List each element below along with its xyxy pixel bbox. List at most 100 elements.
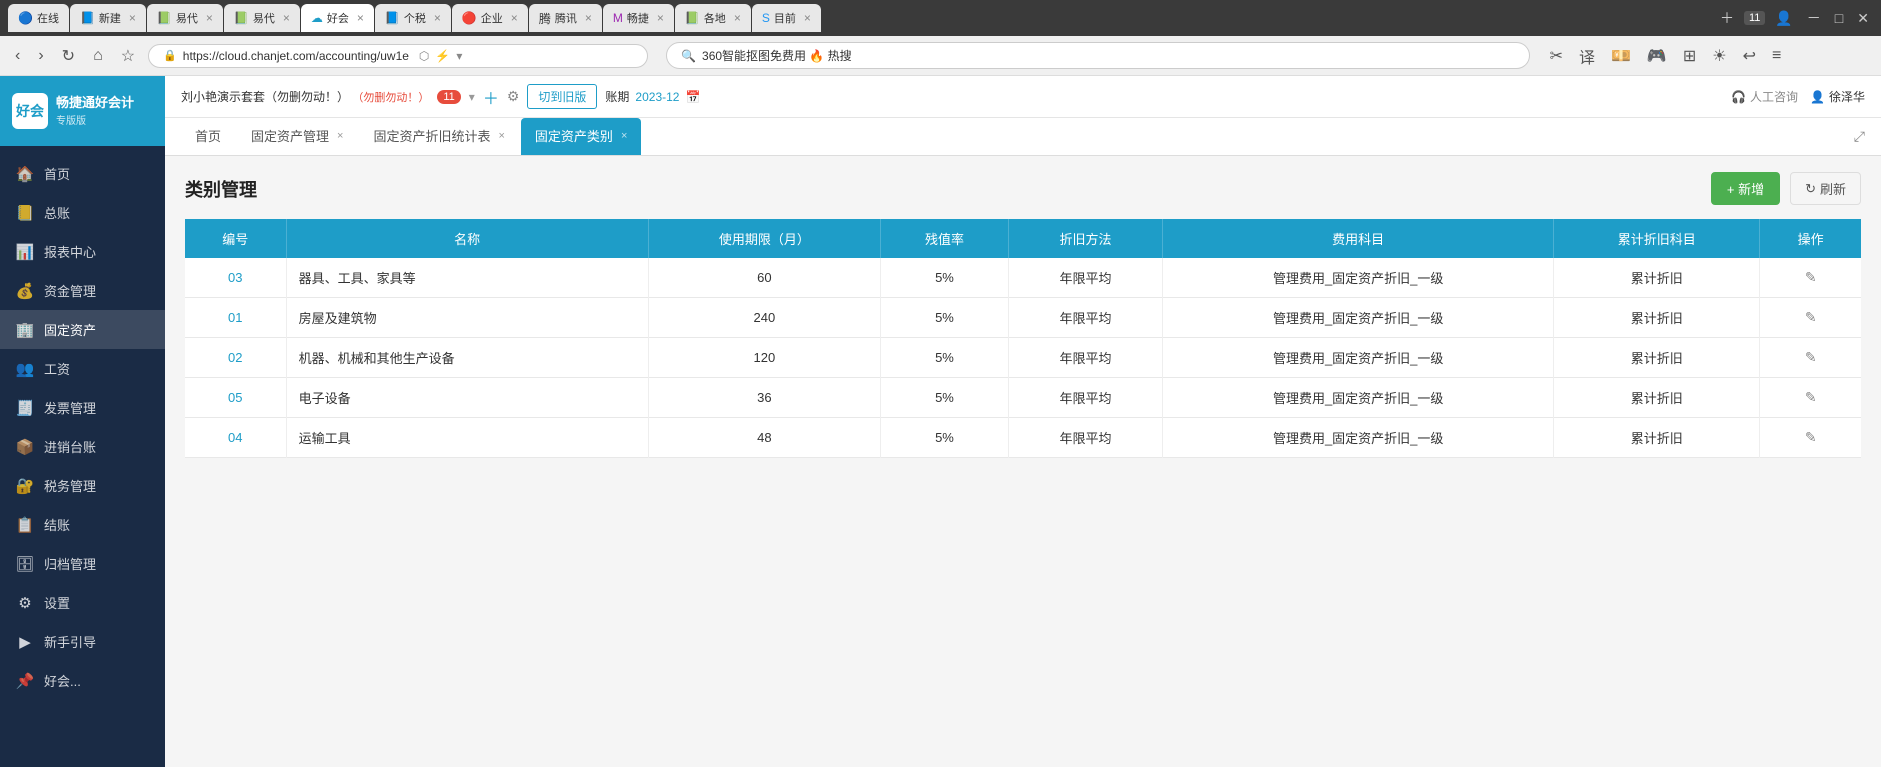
sidebar-item-invoice[interactable]: 🧾 发票管理 — [0, 388, 165, 427]
edit-button-4[interactable]: ✎ — [1805, 429, 1817, 446]
ledger-icon: 📒 — [16, 204, 34, 222]
url-bar[interactable]: 🔒 https://cloud.chanjet.com/accounting/u… — [148, 44, 648, 68]
settlement-icon: 📋 — [16, 516, 34, 534]
expand-icon: ⤢ — [1854, 128, 1865, 144]
sidebar-item-payroll[interactable]: 👥 工资 — [0, 349, 165, 388]
minimize-btn[interactable]: － — [1803, 6, 1825, 30]
browser-tab-6[interactable]: 📘 个税 × — [375, 4, 451, 32]
grid-icon[interactable]: ⊞ — [1679, 44, 1700, 68]
sidebar-item-inventory[interactable]: 📦 进销台账 — [0, 427, 165, 466]
th-action: 操作 — [1760, 219, 1861, 258]
history-icon[interactable]: ↩ — [1739, 44, 1760, 68]
cell-action-3[interactable]: ✎ — [1760, 378, 1861, 418]
translate-icon[interactable]: 译 — [1575, 42, 1599, 70]
brightness-icon[interactable]: ☀ — [1708, 44, 1730, 68]
wallet-icon[interactable]: 💴 — [1607, 44, 1635, 68]
sidebar-item-tax[interactable]: 🔐 税务管理 — [0, 466, 165, 505]
gear-icon[interactable]: ⚙ — [507, 88, 520, 105]
close-tab-fixed-mgmt[interactable]: × — [337, 130, 343, 142]
tab-fixed-mgmt[interactable]: 固定资产管理 × — [237, 118, 357, 155]
sidebar-item-fixed-assets[interactable]: 🏢 固定资产 — [0, 310, 165, 349]
tab-close-11[interactable]: × — [804, 11, 811, 25]
tab-depreciation[interactable]: 固定资产折旧统计表 × — [359, 118, 518, 155]
sidebar-item-settings[interactable]: ⚙ 设置 — [0, 583, 165, 622]
browser-tab-7[interactable]: 🔴 企业 × — [452, 4, 528, 32]
browser-tab-11[interactable]: S 目前 × — [752, 4, 821, 32]
close-tab-depreciation[interactable]: × — [498, 130, 504, 142]
sidebar-item-archive[interactable]: 🗄 归档管理 — [0, 544, 165, 583]
sidebar-item-reports[interactable]: 📊 报表中心 — [0, 232, 165, 271]
scissors-icon[interactable]: ✂ — [1546, 44, 1567, 68]
sidebar-item-more[interactable]: 📌 好会... — [0, 661, 165, 700]
cell-action-0[interactable]: ✎ — [1760, 258, 1861, 298]
account-badge: 11 — [437, 90, 460, 104]
sidebar-item-settlement[interactable]: 📋 结账 — [0, 505, 165, 544]
sidebar-item-ledger[interactable]: 📒 总账 — [0, 193, 165, 232]
maximize-btn[interactable]: □ — [1831, 8, 1847, 28]
close-browser-btn[interactable]: ✕ — [1853, 8, 1873, 29]
cell-action-1[interactable]: ✎ — [1760, 298, 1861, 338]
archive-icon: 🗄 — [16, 555, 34, 573]
forward-btn[interactable]: › — [33, 45, 48, 67]
add-button[interactable]: + 新增 — [1711, 172, 1780, 205]
profile-icon[interactable]: 👤 — [1771, 8, 1796, 29]
tab-close-5[interactable]: × — [357, 11, 364, 25]
game-icon[interactable]: 🎮 — [1643, 44, 1671, 68]
edit-button-2[interactable]: ✎ — [1805, 349, 1817, 366]
tab-expand-btn[interactable]: ⤢ — [1854, 128, 1865, 145]
close-tab-category[interactable]: × — [621, 130, 627, 142]
tab-home[interactable]: 首页 — [181, 118, 235, 155]
support-button[interactable]: 🎧 人工咨询 — [1731, 88, 1798, 105]
tab-close-8[interactable]: × — [585, 11, 592, 25]
dropdown-arrow[interactable]: ▾ — [456, 49, 462, 63]
calendar-icon[interactable]: 📅 — [685, 90, 700, 104]
browser-tab-1[interactable]: 🔵 在线 — [8, 4, 69, 32]
cell-period-0: 60 — [648, 258, 880, 298]
tab-close-7[interactable]: × — [511, 11, 518, 25]
tab-close-10[interactable]: × — [734, 11, 741, 25]
account-dropdown[interactable]: ▾ — [469, 90, 475, 104]
tab-category[interactable]: 固定资产类别 × — [521, 118, 641, 155]
page-content: 类别管理 + 新增 ↻ 刷新 编号 名称 使用期限（月） 残值率 — [165, 156, 1881, 767]
back-btn[interactable]: ‹ — [10, 45, 25, 67]
main-content: 刘小艳演示套套（勿删勿动！） （勿删勿动！） 11 ▾ ＋ ⚙ 切到旧版 账期 … — [165, 76, 1881, 767]
search-bar[interactable]: 🔍 360智能抠图免费用 🔥 热搜 — [666, 42, 1529, 69]
home-btn[interactable]: ⌂ — [88, 45, 108, 67]
browser-tab-3[interactable]: 📗 易代 × — [147, 4, 223, 32]
tab-close-6[interactable]: × — [434, 11, 441, 25]
sidebar: 好会 畅捷通好会计 专版版 🏠 首页 📒 总账 📊 报表中心 💰 资金管理 — [0, 76, 165, 767]
browser-tab-9[interactable]: M 畅捷 × — [603, 4, 674, 32]
browser-tab-2[interactable]: 📘 新建 × — [70, 4, 146, 32]
cell-name-3: 电子设备 — [286, 378, 648, 418]
tab-close-3[interactable]: × — [206, 11, 213, 25]
menu-icon[interactable]: ≡ — [1768, 45, 1785, 67]
new-tab-btn[interactable]: ＋ — [1716, 6, 1738, 30]
refresh-button[interactable]: ↻ 刷新 — [1790, 172, 1861, 205]
bookmark-btn[interactable]: ☆ — [116, 44, 140, 68]
cell-action-4[interactable]: ✎ — [1760, 418, 1861, 458]
tab-close-9[interactable]: × — [657, 11, 664, 25]
browser-tab-10[interactable]: 📗 各地 × — [675, 4, 751, 32]
tab-close-4[interactable]: × — [283, 11, 290, 25]
edit-button-0[interactable]: ✎ — [1805, 269, 1817, 286]
browser-tab-4[interactable]: 📗 易代 × — [224, 4, 300, 32]
browser-tab-8[interactable]: 腾 腾讯 × — [529, 4, 602, 32]
sidebar-label-settlement: 结账 — [44, 515, 70, 534]
old-version-button[interactable]: 切到旧版 — [527, 84, 597, 109]
cell-action-2[interactable]: ✎ — [1760, 338, 1861, 378]
browser-tab-5[interactable]: ☁ 好会 × — [301, 4, 374, 32]
edit-button-3[interactable]: ✎ — [1805, 389, 1817, 406]
user-info[interactable]: 👤 徐泽华 — [1810, 88, 1865, 105]
cell-name-4: 运输工具 — [286, 418, 648, 458]
sidebar-item-funds[interactable]: 💰 资金管理 — [0, 271, 165, 310]
tab-close-2[interactable]: × — [129, 11, 136, 25]
reload-btn[interactable]: ↻ — [57, 44, 80, 68]
sidebar-item-home[interactable]: 🏠 首页 — [0, 154, 165, 193]
guide-icon: ▶ — [16, 633, 34, 651]
sidebar-label-home: 首页 — [44, 164, 70, 183]
sidebar-menu: 🏠 首页 📒 总账 📊 报表中心 💰 资金管理 🏢 固定资产 👥 工资 — [0, 146, 165, 767]
sidebar-item-guide[interactable]: ▶ 新手引导 — [0, 622, 165, 661]
edit-button-1[interactable]: ✎ — [1805, 309, 1817, 326]
cell-period-2: 120 — [648, 338, 880, 378]
add-account-icon[interactable]: ＋ — [483, 85, 499, 109]
